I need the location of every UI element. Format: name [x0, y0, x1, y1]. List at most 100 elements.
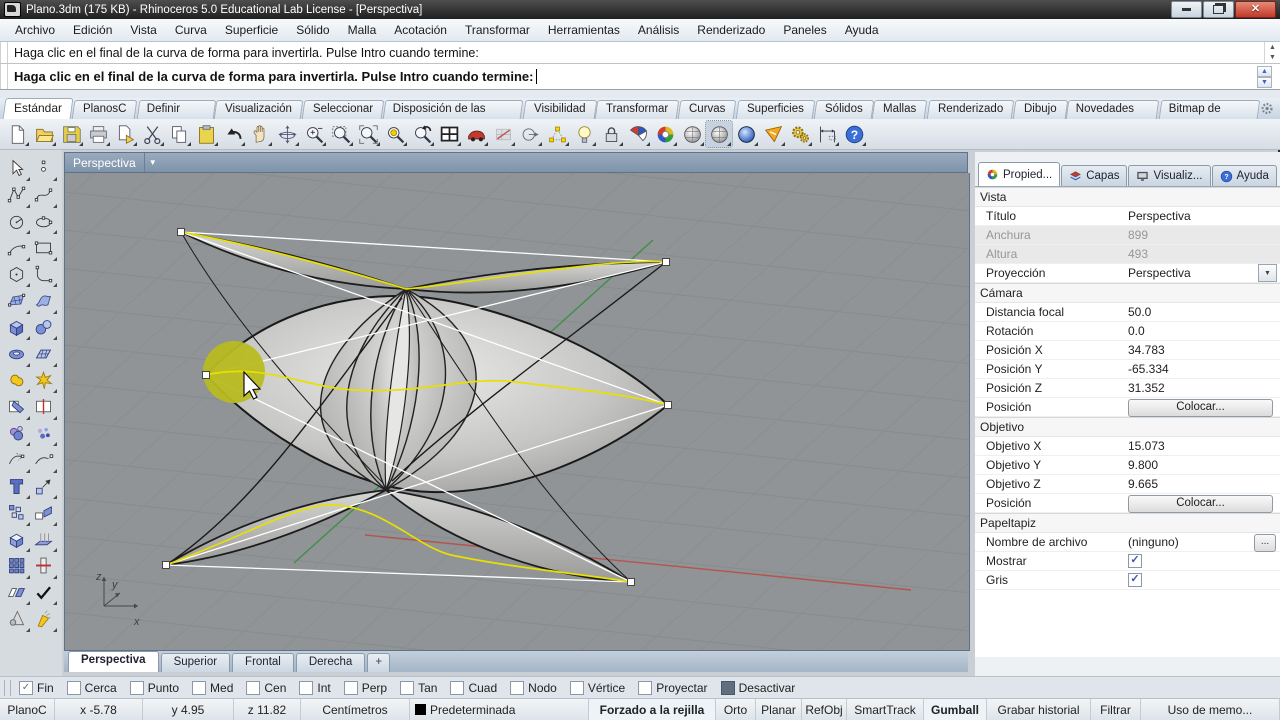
- proyeccion-dropdown-button[interactable]: ▼: [1258, 264, 1277, 282]
- viewport-menu-caret-icon[interactable]: ▼: [143, 153, 161, 172]
- tan-checkbox[interactable]: [400, 680, 415, 695]
- osnap-tan[interactable]: Tan: [400, 680, 437, 695]
- toolbar-tab-solidos[interactable]: Sólidos: [813, 100, 874, 119]
- osnap-cen[interactable]: Cen: [246, 680, 286, 695]
- status-units[interactable]: Centímetros: [301, 699, 410, 720]
- polyline-icon[interactable]: [3, 182, 30, 208]
- ellipse-icon[interactable]: [30, 208, 57, 234]
- toolbar-tab-mallas[interactable]: Mallas: [872, 100, 928, 119]
- toolbar-tab-bitmap[interactable]: Bitmap de fondo: [1158, 100, 1261, 132]
- nodo-checkbox[interactable]: [510, 680, 525, 695]
- render-icon[interactable]: [625, 121, 651, 147]
- viewport-tab-superior[interactable]: Superior: [160, 653, 231, 672]
- rectangle-icon[interactable]: [30, 235, 57, 261]
- panel-tab-propiedades[interactable]: Propied...: [978, 162, 1061, 186]
- menu-acotacion[interactable]: Acotación: [385, 21, 456, 39]
- spinner-up-icon[interactable]: ▲: [1257, 65, 1272, 77]
- toolbar-tab-renderizado[interactable]: Renderizado: [926, 100, 1015, 119]
- render-preview-icon[interactable]: [652, 121, 678, 147]
- rotate-view-icon[interactable]: [274, 121, 300, 147]
- toolbar-tab-transformar[interactable]: Transformar: [594, 100, 680, 119]
- viewport-tab-derecha[interactable]: Derecha: [295, 653, 366, 672]
- render-spray-icon[interactable]: [30, 606, 57, 632]
- fillet-curve-icon[interactable]: [30, 261, 57, 287]
- toolbar-tab-estandar[interactable]: Estándar: [2, 98, 74, 119]
- circle-icon[interactable]: [3, 208, 30, 234]
- osnap-vertice[interactable]: Vértice: [569, 680, 625, 695]
- panel-tab-capas[interactable]: Capas: [1061, 165, 1128, 186]
- status-record-history[interactable]: Grabar historial: [987, 699, 1091, 720]
- hide-objects-icon[interactable]: [490, 121, 516, 147]
- curve-icon[interactable]: [30, 182, 57, 208]
- status-grid-snap[interactable]: Forzado a la rejilla: [589, 699, 716, 720]
- blend-icon[interactable]: [3, 420, 30, 446]
- toolbar-tab-definir-vista[interactable]: Definir vista: [136, 100, 216, 132]
- extend-curve-icon[interactable]: [30, 447, 57, 473]
- colocar-objetivo-button[interactable]: Colocar...: [1128, 495, 1273, 513]
- spinner-down-icon[interactable]: ▼: [1257, 76, 1272, 88]
- new-viewport-tab-button[interactable]: +: [367, 653, 391, 672]
- paste-icon[interactable]: [193, 121, 219, 147]
- toolbar-tab-disposicion[interactable]: Disposición de las vistas: [382, 100, 524, 132]
- extrude-solid-icon[interactable]: [3, 526, 30, 552]
- array-icon[interactable]: [3, 500, 30, 526]
- select-pointer-icon[interactable]: [3, 155, 30, 181]
- lock-icon[interactable]: [598, 121, 624, 147]
- cen-checkbox[interactable]: [246, 680, 261, 695]
- zoom-dynamic-icon[interactable]: [301, 121, 327, 147]
- fin-checkbox[interactable]: ✓: [19, 680, 33, 695]
- status-refobj[interactable]: RefObj: [802, 699, 847, 720]
- objetivo-x-value[interactable]: 15.073: [1128, 439, 1165, 453]
- help-icon[interactable]: ?: [841, 121, 867, 147]
- scroll-down-icon[interactable]: ▼: [1269, 54, 1276, 61]
- nombre-archivo-value[interactable]: (ninguno): [1128, 535, 1179, 549]
- proyectar-checkbox[interactable]: [638, 680, 653, 695]
- osnap-punto[interactable]: Punto: [129, 680, 179, 695]
- undo-view-icon[interactable]: [409, 121, 435, 147]
- viewport-title[interactable]: Perspectiva: [65, 156, 144, 170]
- status-filter[interactable]: Filtrar: [1091, 699, 1141, 720]
- command-prompt[interactable]: Haga clic en el final de la curva de for…: [0, 64, 1280, 90]
- command-prompt-spinner[interactable]: ▲ ▼: [1257, 65, 1272, 88]
- menu-analisis[interactable]: Análisis: [629, 21, 688, 39]
- colocar-camara-button[interactable]: Colocar...: [1128, 399, 1273, 417]
- perspective-viewport-canvas[interactable]: z y x: [65, 173, 969, 650]
- print-icon[interactable]: [85, 121, 111, 147]
- cut-icon[interactable]: [139, 121, 165, 147]
- restore-button[interactable]: [1203, 1, 1234, 18]
- menu-paneles[interactable]: Paneles: [774, 21, 835, 39]
- minimize-button[interactable]: [1171, 1, 1202, 18]
- arc-icon[interactable]: [3, 235, 30, 261]
- zoom-extents-icon[interactable]: [355, 121, 381, 147]
- scale-icon[interactable]: [30, 473, 57, 499]
- flow-along-surface-icon[interactable]: [3, 579, 30, 605]
- close-button[interactable]: ✕: [1235, 1, 1276, 18]
- point-cloud-icon[interactable]: [30, 420, 57, 446]
- viewport-layout-icon[interactable]: [436, 121, 462, 147]
- explode-icon[interactable]: [30, 367, 57, 393]
- pan-icon[interactable]: [247, 121, 273, 147]
- browse-file-button[interactable]: ...: [1254, 534, 1276, 552]
- osnap-perp[interactable]: Perp: [343, 680, 387, 695]
- toolbar-tab-visibilidad[interactable]: Visibilidad: [522, 100, 597, 119]
- distancia-focal-value[interactable]: 50.0: [1128, 305, 1151, 319]
- menu-solido[interactable]: Sólido: [287, 21, 338, 39]
- rendered-viewport-icon[interactable]: [733, 121, 759, 147]
- sphere-icon[interactable]: [30, 314, 57, 340]
- toolbar-tab-seleccionar[interactable]: Seleccionar: [301, 100, 385, 119]
- display-mode-icon[interactable]: [705, 120, 733, 148]
- torus-icon[interactable]: [3, 341, 30, 367]
- orient-icon[interactable]: [30, 500, 57, 526]
- osnap-cerca[interactable]: Cerca: [66, 680, 117, 695]
- command-history-grip[interactable]: [0, 42, 8, 63]
- rotate-icon[interactable]: [517, 121, 543, 147]
- toolbar-tab-visualizacion[interactable]: Visualización: [213, 100, 304, 119]
- osnap-fin[interactable]: ✓ Fin: [19, 680, 54, 695]
- primitive-cone-icon[interactable]: [3, 606, 30, 632]
- split-icon[interactable]: [30, 394, 57, 420]
- text-object-icon[interactable]: [3, 473, 30, 499]
- osnap-proyectar[interactable]: Proyectar: [638, 680, 708, 695]
- mostrar-checkbox[interactable]: ✓: [1128, 554, 1142, 568]
- visibility-icon[interactable]: [463, 121, 489, 147]
- cerca-checkbox[interactable]: [66, 680, 81, 695]
